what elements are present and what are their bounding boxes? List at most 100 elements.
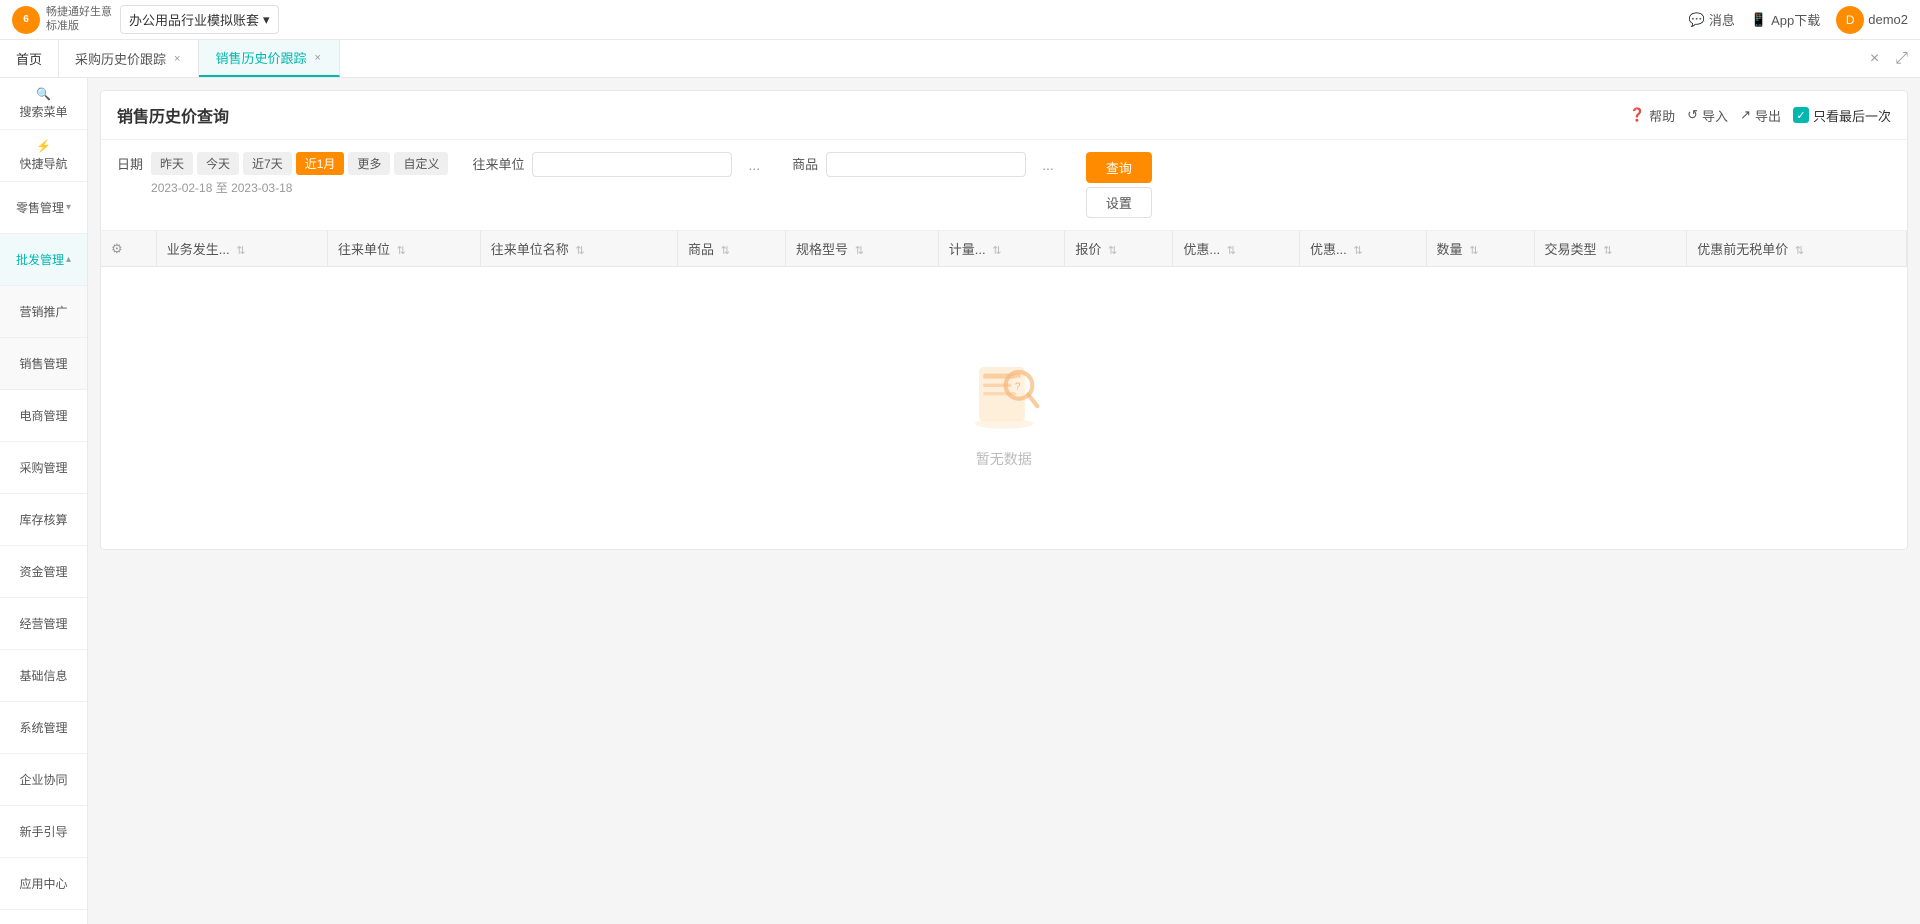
search-icon: 🔍 bbox=[36, 87, 51, 101]
export-button[interactable]: ↗ 导出 bbox=[1740, 106, 1781, 125]
data-table: ⚙ 业务发生... ⇅ 往来单位 ⇅ bbox=[101, 231, 1907, 549]
user-menu[interactable]: D demo2 bbox=[1836, 6, 1908, 34]
sidebar-item-operations[interactable]: 经营管理 bbox=[0, 598, 87, 650]
sidebar-item-guide[interactable]: 新手引导 bbox=[0, 806, 87, 858]
tab-sales-history-close[interactable]: × bbox=[312, 50, 322, 66]
sidebar-item-purchase[interactable]: 采购管理 bbox=[0, 442, 87, 494]
th-biz-date[interactable]: 业务发生... ⇅ bbox=[156, 231, 327, 267]
sidebar-item-system[interactable]: 系统管理 bbox=[0, 702, 87, 754]
sort-icon: ⇅ bbox=[1108, 245, 1117, 257]
message-button[interactable]: 💬 消息 bbox=[1689, 10, 1735, 29]
sidebar-item-wechat[interactable]: 企业微信 bbox=[0, 910, 87, 924]
sidebar-item-wholesale[interactable]: 批发管理 ▴ bbox=[0, 234, 87, 286]
th-discount1[interactable]: 优惠... ⇅ bbox=[1173, 231, 1300, 267]
quick-nav-icon: ⚡ bbox=[36, 139, 51, 153]
tab-purchase-history-close[interactable]: × bbox=[172, 51, 182, 67]
sidebar-item-finance[interactable]: 资金管理 bbox=[0, 546, 87, 598]
sort-icon: ⇅ bbox=[992, 245, 1001, 257]
tab-spacer bbox=[340, 40, 1858, 77]
app-download-button[interactable]: 📱 App下载 bbox=[1751, 10, 1820, 29]
partner-dots-button[interactable]: ... bbox=[740, 153, 768, 177]
tab-close-all-button[interactable]: × bbox=[1866, 46, 1883, 72]
th-spec[interactable]: 规格型号 ⇅ bbox=[786, 231, 939, 267]
date-btn-today[interactable]: 今天 bbox=[197, 152, 239, 175]
sort-icon: ⇅ bbox=[575, 245, 584, 257]
th-quantity[interactable]: 数量 ⇅ bbox=[1426, 231, 1534, 267]
query-button[interactable]: 查询 bbox=[1086, 152, 1152, 183]
th-product[interactable]: 商品 ⇅ bbox=[678, 231, 786, 267]
th-trade-type[interactable]: 交易类型 ⇅ bbox=[1534, 231, 1687, 267]
chevron-down-icon: ▾ bbox=[66, 202, 71, 213]
date-btn-1month[interactable]: 近1月 bbox=[296, 152, 345, 175]
th-discount2[interactable]: 优惠... ⇅ bbox=[1299, 231, 1426, 267]
download-icon: 📱 bbox=[1751, 12, 1767, 28]
sidebar-item-sales-mgmt[interactable]: 销售管理 bbox=[0, 338, 87, 390]
sidebar-item-inventory[interactable]: 库存核算 bbox=[0, 494, 87, 546]
th-pretax-price[interactable]: 优惠前无税单价 ⇅ bbox=[1687, 231, 1907, 267]
date-btn-7days[interactable]: 近7天 bbox=[243, 152, 292, 175]
date-filter-label: 日期 bbox=[117, 152, 143, 173]
sidebar-item-quick-nav[interactable]: ⚡ 快捷导航 bbox=[0, 130, 87, 182]
app-selector-label: 办公用品行业模拟账套 bbox=[129, 10, 259, 29]
sidebar-item-retail[interactable]: 零售管理 ▾ bbox=[0, 182, 87, 234]
page-content: 销售历史价查询 ❓ 帮助 ↺ 导入 ↗ 导出 bbox=[88, 78, 1920, 924]
import-button[interactable]: ↺ 导入 bbox=[1687, 106, 1728, 125]
top-header: 6 畅捷通好生意 标准版 办公用品行业模拟账套 ▾ 💬 消息 📱 App下载 D… bbox=[0, 0, 1920, 40]
sort-icon: ⇅ bbox=[1795, 245, 1804, 257]
tab-purchase-history-label: 采购历史价跟踪 bbox=[75, 49, 166, 68]
date-btn-custom[interactable]: 自定义 bbox=[394, 152, 448, 175]
date-btn-more[interactable]: 更多 bbox=[348, 152, 390, 175]
tab-sales-history-label: 销售历史价跟踪 bbox=[215, 48, 306, 67]
product-dots-button[interactable]: ... bbox=[1034, 153, 1062, 177]
product-filter-label: 商品 bbox=[792, 152, 818, 173]
only-last-checkbox[interactable]: ✓ 只看最后一次 bbox=[1793, 106, 1891, 125]
logo-area: 6 畅捷通好生意 标准版 bbox=[12, 6, 112, 34]
tab-home[interactable]: 首页 bbox=[0, 40, 59, 77]
sort-icon: ⇅ bbox=[1227, 245, 1236, 257]
tab-home-label: 首页 bbox=[16, 49, 42, 68]
sort-icon: ⇅ bbox=[236, 245, 245, 257]
sidebar-item-app-center[interactable]: 应用中心 bbox=[0, 858, 87, 910]
main-card: 销售历史价查询 ❓ 帮助 ↺ 导入 ↗ 导出 bbox=[100, 90, 1908, 550]
th-gear[interactable]: ⚙ bbox=[101, 231, 156, 267]
th-unit[interactable]: 计量... ⇅ bbox=[938, 231, 1065, 267]
sidebar-item-enterprise[interactable]: 企业协同 bbox=[0, 754, 87, 806]
sidebar-item-ecommerce[interactable]: 电商管理 bbox=[0, 390, 87, 442]
product-input[interactable] bbox=[826, 152, 1026, 177]
export-icon: ↗ bbox=[1740, 107, 1751, 123]
help-button[interactable]: ❓ 帮助 bbox=[1629, 106, 1675, 125]
content-area: 销售历史价查询 ❓ 帮助 ↺ 导入 ↗ 导出 bbox=[88, 78, 1920, 924]
page-header: 销售历史价查询 ❓ 帮助 ↺ 导入 ↗ 导出 bbox=[101, 91, 1907, 140]
partner-input[interactable] bbox=[532, 152, 732, 177]
sidebar: 🔍 搜索菜单 ⚡ 快捷导航 零售管理 ▾ 批发管理 ▴ 营销推广 销售管理 电商… bbox=[0, 78, 88, 924]
partner-filter-label: 往来单位 bbox=[472, 152, 524, 173]
gear-icon: ⚙ bbox=[111, 241, 123, 256]
tab-expand-button[interactable]: ⤢ bbox=[1891, 46, 1912, 72]
header-right: 💬 消息 📱 App下载 D demo2 bbox=[1689, 6, 1908, 34]
date-btn-yesterday[interactable]: 昨天 bbox=[151, 152, 193, 175]
th-partner-name[interactable]: 往来单位名称 ⇅ bbox=[480, 231, 677, 267]
date-filter-group: 日期 昨天 今天 近7天 近1月 更多 自定义 2023-02-18 至 202… bbox=[117, 152, 448, 196]
app-selector[interactable]: 办公用品行业模拟账套 ▾ bbox=[120, 5, 279, 34]
sort-icon: ⇅ bbox=[1469, 245, 1478, 257]
sidebar-item-search[interactable]: 🔍 搜索菜单 bbox=[0, 78, 87, 130]
sidebar-item-marketing[interactable]: 营销推广 bbox=[0, 286, 87, 338]
app-logo-icon: 6 bbox=[12, 6, 40, 34]
action-buttons: 查询 设置 bbox=[1086, 152, 1152, 218]
tab-purchase-history[interactable]: 采购历史价跟踪 × bbox=[59, 40, 199, 77]
settings-button[interactable]: 设置 bbox=[1086, 187, 1152, 218]
sort-icon: ⇅ bbox=[397, 245, 406, 257]
th-partner-code[interactable]: 往来单位 ⇅ bbox=[328, 231, 481, 267]
help-icon: ❓ bbox=[1629, 107, 1645, 123]
sort-icon: ⇅ bbox=[1353, 245, 1362, 257]
sidebar-item-base-info[interactable]: 基础信息 bbox=[0, 650, 87, 702]
filter-row: 日期 昨天 今天 近7天 近1月 更多 自定义 2023-02-18 至 202… bbox=[101, 140, 1907, 231]
tab-sales-history[interactable]: 销售历史价跟踪 × bbox=[199, 40, 339, 77]
page-actions: ❓ 帮助 ↺ 导入 ↗ 导出 ✓ 只看最后一次 bbox=[1629, 106, 1891, 125]
table-header-row: ⚙ 业务发生... ⇅ 往来单位 ⇅ bbox=[101, 231, 1907, 267]
th-quoted-price[interactable]: 报价 ⇅ bbox=[1065, 231, 1173, 267]
page-title: 销售历史价查询 bbox=[117, 103, 229, 127]
sort-icon: ⇅ bbox=[855, 245, 864, 257]
empty-text: 暂无数据 bbox=[976, 449, 1032, 469]
main-layout: 🔍 搜索菜单 ⚡ 快捷导航 零售管理 ▾ 批发管理 ▴ 营销推广 销售管理 电商… bbox=[0, 78, 1920, 924]
